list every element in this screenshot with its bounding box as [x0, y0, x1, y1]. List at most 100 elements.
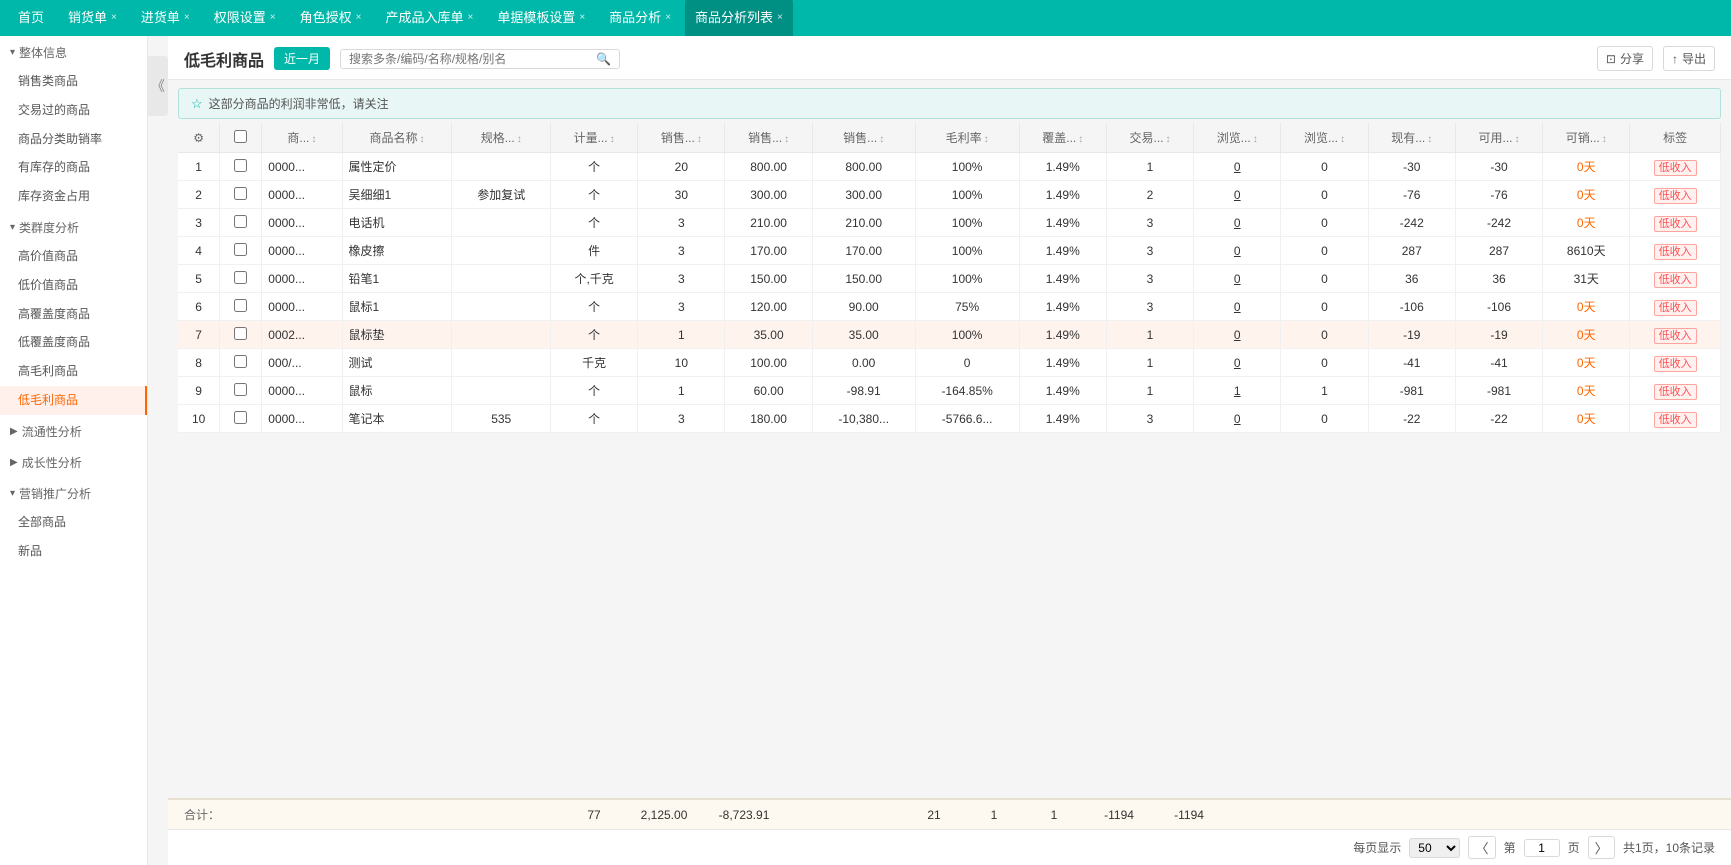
- cell-views1[interactable]: 0: [1194, 265, 1281, 293]
- per-page-select[interactable]: 50 20 100: [1409, 838, 1460, 858]
- sidebar-group-cluster[interactable]: ▾ 类群度分析: [0, 211, 147, 242]
- share-button[interactable]: ⊡ 分享: [1597, 46, 1653, 71]
- cell-checkbox[interactable]: [220, 237, 262, 265]
- export-button[interactable]: ↑ 导出: [1663, 46, 1715, 71]
- cell-views1[interactable]: 0: [1194, 349, 1281, 377]
- nav-product-entry-close[interactable]: ×: [467, 0, 473, 36]
- row-checkbox[interactable]: [234, 299, 247, 312]
- cell-checkbox[interactable]: [220, 405, 262, 433]
- row-checkbox[interactable]: [234, 215, 247, 228]
- col-coverage[interactable]: 覆盖...↕: [1019, 123, 1106, 153]
- sidebar-group-circulation[interactable]: ▶ 流通性分析: [0, 415, 147, 446]
- col-sales-qty[interactable]: 销售...↕: [638, 123, 725, 153]
- sidebar-collapse-button[interactable]: 《: [148, 56, 168, 116]
- nav-role-close[interactable]: ×: [356, 0, 362, 36]
- sidebar-group-marketing[interactable]: ▾ 营销推广分析: [0, 477, 147, 508]
- nav-analysis-list[interactable]: 商品分析列表 ×: [685, 0, 793, 36]
- cell-checkbox[interactable]: [220, 181, 262, 209]
- sidebar-item-category-rate[interactable]: 商品分类助销率: [0, 125, 147, 154]
- col-settings[interactable]: ⚙: [178, 123, 220, 153]
- sidebar-item-low-value[interactable]: 低价值商品: [0, 271, 147, 300]
- data-table: ⚙ 商...↕ 商品名称↕ 规格...↕ 计量...↕ 销售...↕ 销售...…: [178, 123, 1721, 433]
- table-body: 1 0000... 属性定价 个 20 800.00 800.00 100% 1…: [178, 153, 1721, 433]
- search-input[interactable]: [349, 52, 596, 66]
- nav-analysis-list-close[interactable]: ×: [777, 0, 783, 36]
- col-sales-amount[interactable]: 销售...↕: [812, 123, 915, 153]
- select-all-checkbox[interactable]: [234, 130, 247, 143]
- cell-views1[interactable]: 0: [1194, 237, 1281, 265]
- nav-sales-close[interactable]: ×: [111, 0, 117, 36]
- row-checkbox[interactable]: [234, 159, 247, 172]
- nav-permission[interactable]: 权限设置 ×: [204, 0, 286, 36]
- nav-product-entry[interactable]: 产成品入库单 ×: [375, 0, 483, 36]
- col-gross-margin[interactable]: 毛利率↕: [915, 123, 1019, 153]
- sidebar-item-low-coverage[interactable]: 低覆盖度商品: [0, 328, 147, 357]
- sidebar-item-new-goods[interactable]: 新品: [0, 537, 147, 566]
- next-page-button[interactable]: 〉: [1588, 836, 1615, 859]
- col-code[interactable]: 商...↕: [262, 123, 342, 153]
- row-checkbox[interactable]: [234, 411, 247, 424]
- row-checkbox[interactable]: [234, 327, 247, 340]
- nav-permission-close[interactable]: ×: [270, 0, 276, 36]
- cell-checkbox[interactable]: [220, 349, 262, 377]
- cell-checkbox[interactable]: [220, 209, 262, 237]
- cell-sales-price: 150.00: [725, 265, 812, 293]
- nav-role[interactable]: 角色授权 ×: [290, 0, 372, 36]
- sidebar-item-high-margin[interactable]: 高毛利商品: [0, 357, 147, 386]
- nav-template-close[interactable]: ×: [579, 0, 585, 36]
- cell-checkbox[interactable]: [220, 153, 262, 181]
- row-checkbox[interactable]: [234, 271, 247, 284]
- data-table-wrapper: ⚙ 商...↕ 商品名称↕ 规格...↕ 计量...↕ 销售...↕ 销售...…: [178, 123, 1721, 798]
- row-checkbox[interactable]: [234, 187, 247, 200]
- prev-page-button[interactable]: 〈: [1468, 836, 1495, 859]
- nav-sales[interactable]: 销货单 ×: [58, 0, 127, 36]
- cell-views1[interactable]: 0: [1194, 153, 1281, 181]
- row-checkbox[interactable]: [234, 243, 247, 256]
- nav-analysis[interactable]: 商品分析 ×: [599, 0, 681, 36]
- sidebar-group-overall[interactable]: ▾ 整体信息: [0, 36, 147, 67]
- cell-views1[interactable]: 0: [1194, 209, 1281, 237]
- col-tag[interactable]: 标签: [1630, 123, 1721, 153]
- cell-checkbox[interactable]: [220, 293, 262, 321]
- cell-views1[interactable]: 0: [1194, 405, 1281, 433]
- col-spec[interactable]: 规格...↕: [452, 123, 551, 153]
- sidebar-item-capital[interactable]: 库存资金占用: [0, 182, 147, 211]
- sidebar-item-high-value[interactable]: 高价值商品: [0, 242, 147, 271]
- cell-spec: 535: [452, 405, 551, 433]
- cell-views1[interactable]: 0: [1194, 293, 1281, 321]
- col-available[interactable]: 可用...↕: [1455, 123, 1542, 153]
- col-sales-price[interactable]: 销售...↕: [725, 123, 812, 153]
- col-checkbox[interactable]: [220, 123, 262, 153]
- sidebar-item-low-margin[interactable]: 低毛利商品: [0, 386, 147, 415]
- cell-checkbox[interactable]: [220, 377, 262, 405]
- sidebar-item-high-coverage[interactable]: 高覆盖度商品: [0, 300, 147, 329]
- cell-views1[interactable]: 0: [1194, 321, 1281, 349]
- sidebar-group-growth[interactable]: ▶ 成长性分析: [0, 446, 147, 477]
- col-unit[interactable]: 计量...↕: [550, 123, 637, 153]
- sidebar-item-in-stock[interactable]: 有库存的商品: [0, 153, 147, 182]
- sidebar-item-all-goods[interactable]: 全部商品: [0, 508, 147, 537]
- page-number-input[interactable]: [1524, 839, 1560, 857]
- cell-checkbox[interactable]: [220, 265, 262, 293]
- cell-no: 4: [178, 237, 220, 265]
- cell-views1[interactable]: 1: [1194, 377, 1281, 405]
- col-sellable[interactable]: 可销...↕: [1543, 123, 1630, 153]
- col-views2[interactable]: 浏览...↕: [1281, 123, 1368, 153]
- cell-checkbox[interactable]: [220, 321, 262, 349]
- sidebar-item-traded-goods[interactable]: 交易过的商品: [0, 96, 147, 125]
- nav-home[interactable]: 首页: [8, 0, 54, 36]
- sidebar-item-sales-goods[interactable]: 销售类商品: [0, 67, 147, 96]
- col-trade[interactable]: 交易...↕: [1106, 123, 1193, 153]
- filter-recent-month-button[interactable]: 近一月: [274, 47, 330, 70]
- col-name[interactable]: 商品名称↕: [342, 123, 452, 153]
- nav-purchase[interactable]: 进货单 ×: [131, 0, 200, 36]
- cell-views1[interactable]: 0: [1194, 181, 1281, 209]
- search-box[interactable]: 🔍: [340, 49, 620, 69]
- row-checkbox[interactable]: [234, 383, 247, 396]
- nav-purchase-close[interactable]: ×: [184, 0, 190, 36]
- nav-template[interactable]: 单据模板设置 ×: [487, 0, 595, 36]
- col-views1[interactable]: 浏览...↕: [1194, 123, 1281, 153]
- row-checkbox[interactable]: [234, 355, 247, 368]
- col-current-stock[interactable]: 现有...↕: [1368, 123, 1455, 153]
- nav-analysis-close[interactable]: ×: [665, 0, 671, 36]
